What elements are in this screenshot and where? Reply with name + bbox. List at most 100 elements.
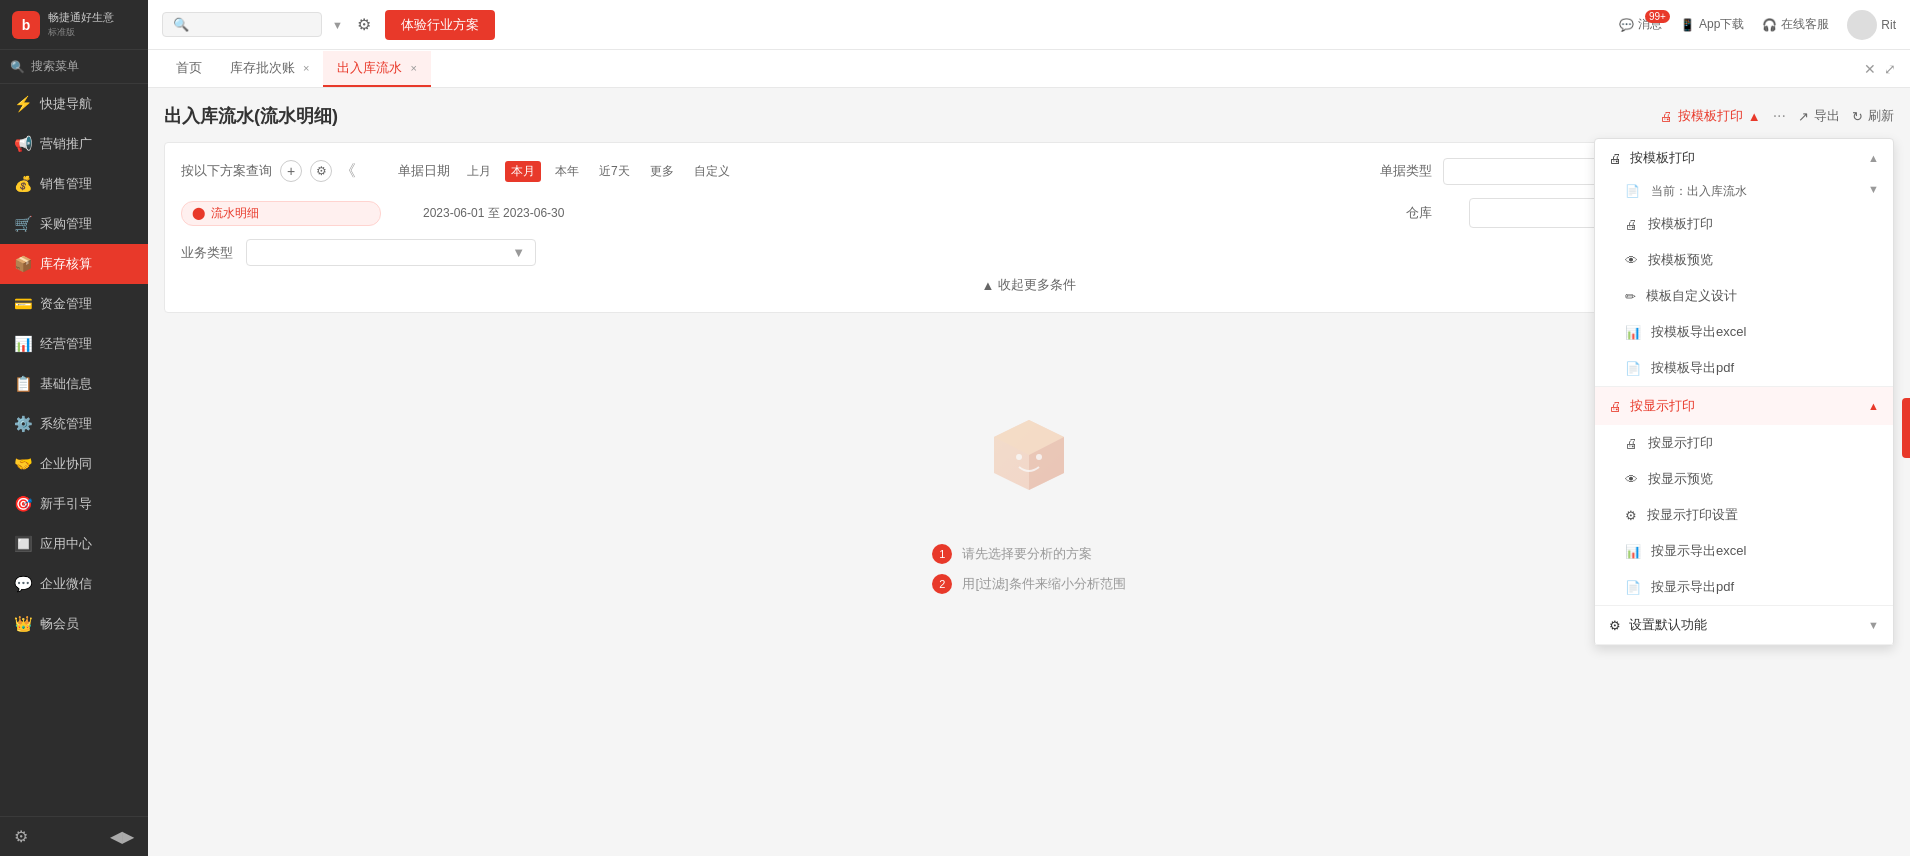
- sidebar-item-label: 畅会员: [40, 615, 79, 633]
- collab-icon: 🤝: [14, 455, 32, 473]
- refresh-icon: ↻: [1852, 109, 1863, 124]
- date-option-more[interactable]: 更多: [644, 161, 680, 182]
- search-input[interactable]: [195, 18, 311, 32]
- chevron-up-icon: ▲: [982, 278, 995, 293]
- date-option-this-month[interactable]: 本月: [505, 161, 541, 182]
- sidebar-item-operation[interactable]: 📊 经营管理: [0, 324, 148, 364]
- export-btn[interactable]: ↗ 导出: [1798, 107, 1840, 125]
- template-print-header[interactable]: 🖨 按模板打印 ▲: [1595, 139, 1893, 177]
- gear-icon[interactable]: ⚙: [357, 15, 371, 34]
- sidebar-item-inventory[interactable]: 📦 库存核算: [0, 244, 148, 284]
- sidebar-item-purchase[interactable]: 🛒 采购管理: [0, 204, 148, 244]
- sidebar-item-label: 系统管理: [40, 415, 92, 433]
- sidebar-item-label: 基础信息: [40, 375, 92, 393]
- message-btn[interactable]: 💬 消息 99+: [1619, 16, 1662, 33]
- export-label: 导出: [1814, 107, 1840, 125]
- template-print-section: 🖨 按模板打印 ▲ 📄 当前：出入库流水 ▼ 🖨 按模板打印: [1595, 139, 1893, 387]
- page-header-actions: 🖨 按模板打印 ▲ ··· ↗ 导出 ↻ 刷新: [1660, 107, 1894, 125]
- filter-tag-label: 流水明细: [211, 205, 259, 222]
- template-print-item-label: 按模板打印: [1648, 215, 1713, 233]
- set-default-arrow-icon: ▼: [1868, 619, 1879, 631]
- date-label: 单据日期: [398, 162, 453, 180]
- sidebar-item-marketing[interactable]: 📢 营销推广: [0, 124, 148, 164]
- print-dropdown-menu: 🖨 按模板打印 ▲ 📄 当前：出入库流水 ▼ 🖨 按模板打印: [1594, 138, 1894, 646]
- refresh-btn[interactable]: ↻ 刷新: [1852, 107, 1894, 125]
- toggle-icon[interactable]: ◀▶: [110, 827, 134, 846]
- inventory-icon: 📦: [14, 255, 32, 273]
- sidebar-item-basic[interactable]: 📋 基础信息: [0, 364, 148, 404]
- current-value: 当前：出入库流水: [1651, 184, 1747, 198]
- display-print-item[interactable]: 🖨 按显示打印: [1595, 425, 1893, 461]
- date-option-this-year[interactable]: 本年: [549, 161, 585, 182]
- date-option-7days[interactable]: 近7天: [593, 161, 636, 182]
- filter-settings-btn[interactable]: ⚙: [310, 160, 332, 182]
- display-print-settings-label: 按显示打印设置: [1647, 506, 1738, 524]
- sidebar-item-sales[interactable]: 💰 销售管理: [0, 164, 148, 204]
- system-icon: ⚙️: [14, 415, 32, 433]
- template-export-excel-item[interactable]: 📊 按模板导出excel: [1595, 314, 1893, 350]
- display-print-icon: 🖨: [1625, 436, 1638, 451]
- set-default-header[interactable]: ⚙ 设置默认功能 ▼: [1595, 606, 1893, 644]
- tab-batch[interactable]: 库存批次账 ×: [216, 51, 323, 87]
- resize-handle[interactable]: [1902, 398, 1910, 458]
- settings-icon[interactable]: ⚙: [14, 827, 28, 846]
- date-option-custom[interactable]: 自定义: [688, 161, 736, 182]
- business-type-select[interactable]: ▼: [246, 239, 536, 266]
- tab-flow-close[interactable]: ×: [410, 62, 416, 74]
- expand-window-icon[interactable]: ⤢: [1884, 61, 1896, 77]
- sidebar-item-guide[interactable]: 🎯 新手引导: [0, 484, 148, 524]
- display-export-excel-label: 按显示导出excel: [1651, 542, 1746, 560]
- shortcut-icon: ⚡: [14, 95, 32, 113]
- template-export-pdf-item[interactable]: 📄 按模板导出pdf: [1595, 350, 1893, 386]
- sidebar-item-member[interactable]: 👑 畅会员: [0, 604, 148, 644]
- sidebar-logo: b 畅捷通好生意 标准版: [0, 0, 148, 50]
- sidebar-search-area[interactable]: 🔍 搜索菜单: [0, 50, 148, 84]
- display-print-settings-icon: ⚙: [1625, 508, 1637, 523]
- sidebar-item-system[interactable]: ⚙️ 系统管理: [0, 404, 148, 444]
- app-logo-icon: b: [12, 11, 40, 39]
- collapse-filter-btn[interactable]: 《: [340, 161, 356, 182]
- set-default-section: ⚙ 设置默认功能 ▼: [1595, 606, 1893, 645]
- display-print-section: 🖨 按显示打印 ▲ 🖨 按显示打印 👁 按显示预览 ⚙ 按显示打印设置: [1595, 387, 1893, 606]
- print-btn[interactable]: 🖨 按模板打印 ▲: [1660, 107, 1761, 125]
- dots-icon[interactable]: ···: [1773, 107, 1786, 125]
- app-name: 畅捷通好生意: [48, 10, 114, 25]
- sidebar-item-shortcut[interactable]: ⚡ 快捷导航: [0, 84, 148, 124]
- dropdown-arrow-icon[interactable]: ▼: [332, 19, 343, 31]
- sidebar-search-btn[interactable]: 🔍 搜索菜单: [10, 58, 138, 75]
- sidebar-item-apps[interactable]: 🔲 应用中心: [0, 524, 148, 564]
- industry-btn[interactable]: 体验行业方案: [385, 10, 495, 40]
- print-header-icon: 🖨: [1609, 151, 1622, 166]
- template-custom-item[interactable]: ✏ 模板自定义设计: [1595, 278, 1893, 314]
- display-preview-item[interactable]: 👁 按显示预览: [1595, 461, 1893, 497]
- search-label: 搜索菜单: [31, 58, 79, 75]
- main-area: 🔍 ▼ ⚙ 体验行业方案 💬 消息 99+ 📱 App下载 🎧 在线客服 Rit: [148, 0, 1910, 856]
- sidebar: b 畅捷通好生意 标准版 🔍 搜索菜单 ⚡ 快捷导航 📢 营销推广 💰 销售管理…: [0, 0, 148, 856]
- app-download-btn[interactable]: 📱 App下载: [1680, 16, 1744, 33]
- tab-flow[interactable]: 出入库流水 ×: [323, 51, 430, 87]
- sidebar-item-collab[interactable]: 🤝 企业协同: [0, 444, 148, 484]
- close-window-icon[interactable]: ✕: [1864, 61, 1876, 77]
- business-type-label: 业务类型: [181, 244, 236, 262]
- online-service-btn[interactable]: 🎧 在线客服: [1762, 16, 1829, 33]
- filter-tag[interactable]: ⬤ 流水明细: [181, 201, 381, 226]
- sales-icon: 💰: [14, 175, 32, 193]
- user-avatar-area[interactable]: Rit: [1847, 10, 1896, 40]
- display-export-pdf-item[interactable]: 📄 按显示导出pdf: [1595, 569, 1893, 605]
- tab-home[interactable]: 首页: [162, 51, 216, 87]
- svg-point-4: [1036, 454, 1042, 460]
- template-custom-label: 模板自定义设计: [1646, 287, 1737, 305]
- template-preview-item[interactable]: 👁 按模板预览: [1595, 242, 1893, 278]
- topbar-search[interactable]: 🔍: [162, 12, 322, 37]
- sidebar-item-wechat[interactable]: 💬 企业微信: [0, 564, 148, 604]
- template-print-item[interactable]: 🖨 按模板打印: [1595, 206, 1893, 242]
- operation-icon: 📊: [14, 335, 32, 353]
- display-export-excel-item[interactable]: 📊 按显示导出excel: [1595, 533, 1893, 569]
- add-filter-btn[interactable]: +: [280, 160, 302, 182]
- display-print-settings-item[interactable]: ⚙ 按显示打印设置: [1595, 497, 1893, 533]
- marketing-icon: 📢: [14, 135, 32, 153]
- display-print-header[interactable]: 🖨 按显示打印 ▲: [1595, 387, 1893, 425]
- sidebar-item-finance[interactable]: 💳 资金管理: [0, 284, 148, 324]
- date-option-last-month[interactable]: 上月: [461, 161, 497, 182]
- tab-batch-close[interactable]: ×: [303, 62, 309, 74]
